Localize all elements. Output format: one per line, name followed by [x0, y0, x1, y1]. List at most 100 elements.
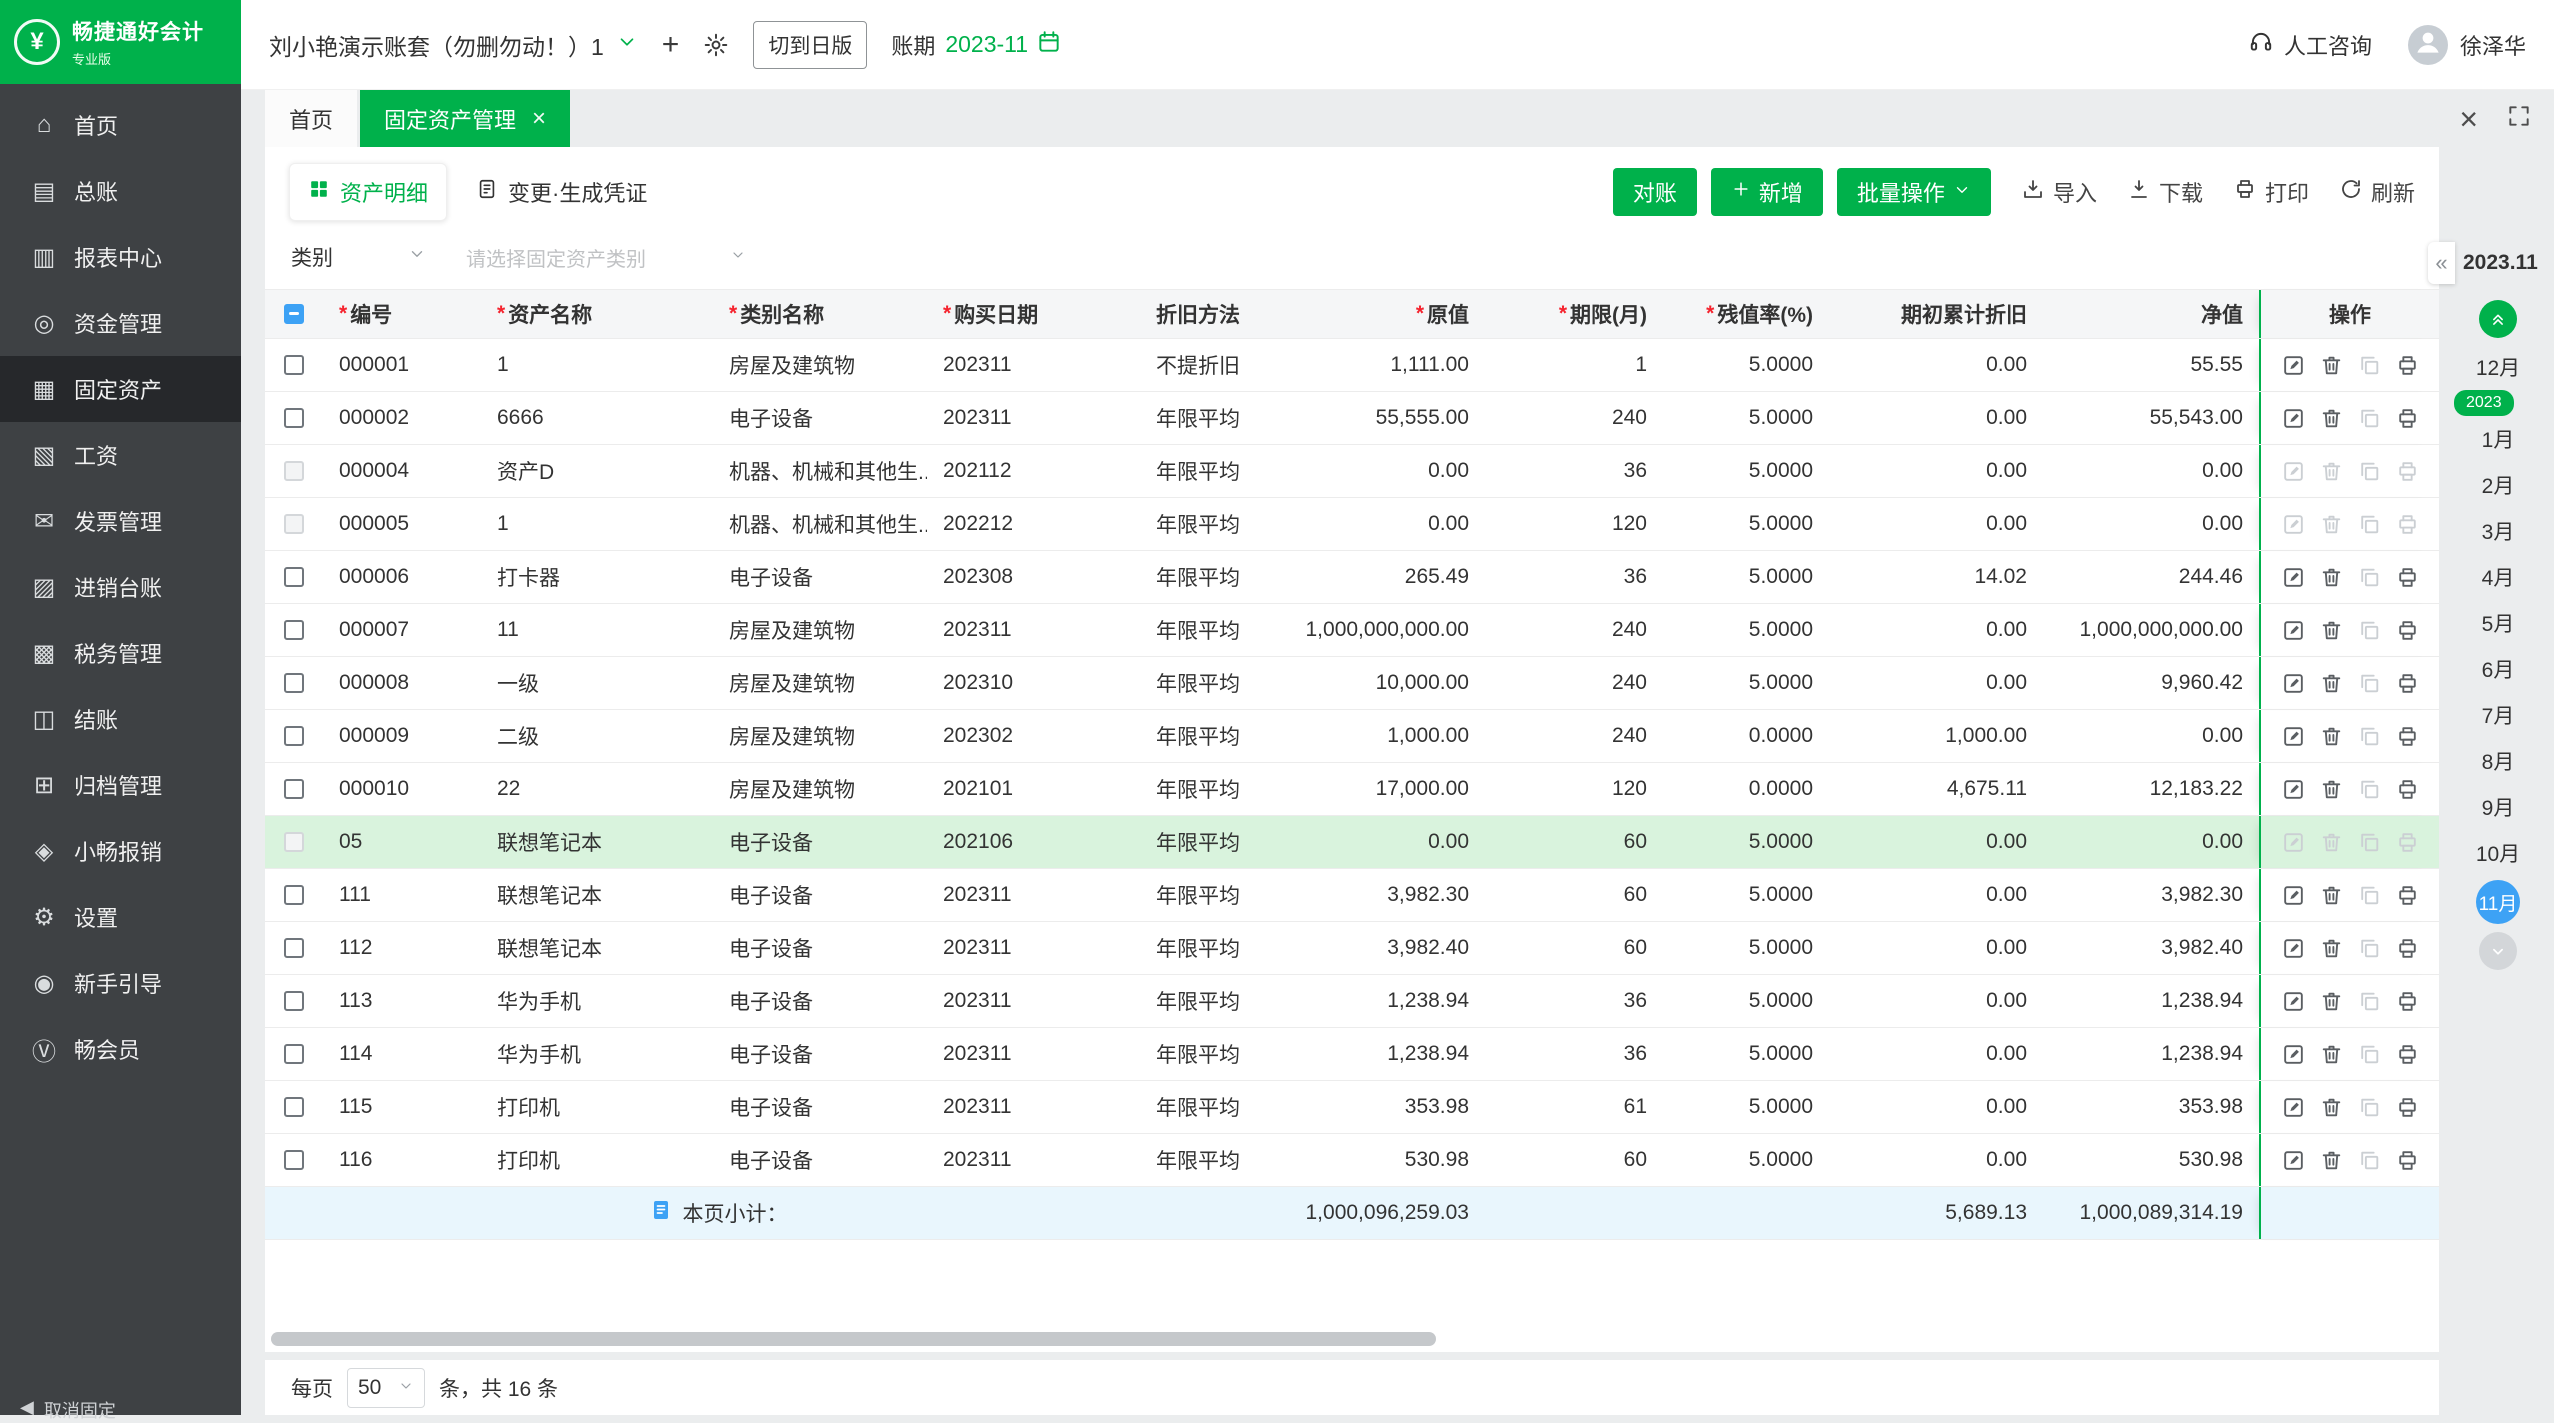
trash-icon[interactable]: [2319, 618, 2344, 643]
tab-close-icon[interactable]: ×: [532, 107, 546, 131]
sidebar-item-fund[interactable]: ◎资金管理: [0, 290, 241, 356]
edit-icon[interactable]: [2281, 883, 2306, 908]
edit-icon[interactable]: [2281, 777, 2306, 802]
print-icon[interactable]: [2395, 565, 2420, 590]
table-row[interactable]: 00001022房屋及建筑物202101年限平均17,000.001200.00…: [265, 763, 2439, 816]
expand-panel-tab[interactable]: «: [2428, 242, 2455, 284]
print-icon[interactable]: [2395, 406, 2420, 431]
row-checkbox[interactable]: [284, 355, 304, 375]
print-icon[interactable]: [2395, 353, 2420, 378]
table-row[interactable]: 000009二级房屋及建筑物202302年限平均1,000.002400.000…: [265, 710, 2439, 763]
table-row[interactable]: 000006打卡器电子设备202308年限平均265.49365.000014.…: [265, 551, 2439, 604]
print-button[interactable]: 打印: [2233, 176, 2309, 208]
table-row[interactable]: 0000026666电子设备202311年限平均55,555.002405.00…: [265, 392, 2439, 445]
tab-首页[interactable]: 首页: [265, 90, 357, 147]
gear-icon[interactable]: [703, 32, 729, 58]
fullscreen-icon[interactable]: [2506, 103, 2532, 134]
edit-icon[interactable]: [2281, 724, 2306, 749]
row-checkbox[interactable]: [284, 1150, 304, 1170]
scroll-down-button[interactable]: [2479, 932, 2517, 970]
sidebar-item-tax[interactable]: ▩税务管理: [0, 620, 241, 686]
add-account-set-button[interactable]: +: [662, 30, 680, 60]
print-icon[interactable]: [2395, 618, 2420, 643]
month-item-7月[interactable]: 7月: [2482, 692, 2515, 738]
print-icon[interactable]: [2395, 1148, 2420, 1173]
row-checkbox[interactable]: [284, 938, 304, 958]
print-icon[interactable]: [2395, 1042, 2420, 1067]
import-button[interactable]: 导入: [2021, 176, 2097, 208]
trash-icon[interactable]: [2319, 989, 2344, 1014]
page-size-select[interactable]: 50: [347, 1368, 425, 1408]
month-item-6月[interactable]: 6月: [2482, 646, 2515, 692]
sidebar-item-member[interactable]: Ⓥ畅会员: [0, 1016, 241, 1082]
row-checkbox[interactable]: [284, 991, 304, 1011]
edit-icon[interactable]: [2281, 936, 2306, 961]
print-icon[interactable]: [2395, 1095, 2420, 1120]
trash-icon[interactable]: [2319, 353, 2344, 378]
print-icon[interactable]: [2395, 989, 2420, 1014]
print-icon[interactable]: [2395, 936, 2420, 961]
sidebar-item-archive[interactable]: ⊞归档管理: [0, 752, 241, 818]
support-button[interactable]: 人工咨询: [2248, 29, 2372, 61]
row-checkbox[interactable]: [284, 673, 304, 693]
trash-icon[interactable]: [2319, 565, 2344, 590]
sidebar-item-asset[interactable]: ▦固定资产: [0, 356, 241, 422]
row-checkbox[interactable]: [284, 567, 304, 587]
edit-icon[interactable]: [2281, 989, 2306, 1014]
row-checkbox[interactable]: [284, 779, 304, 799]
trash-icon[interactable]: [2319, 777, 2344, 802]
row-checkbox[interactable]: [284, 726, 304, 746]
row-checkbox[interactable]: [284, 1097, 304, 1117]
refresh-button[interactable]: 刷新: [2339, 176, 2415, 208]
month-item-11月[interactable]: 11月: [2476, 880, 2520, 924]
horizontal-scrollbar-thumb[interactable]: [271, 1332, 1436, 1346]
month-item-10月[interactable]: 10月: [2476, 830, 2520, 876]
category-filter-input[interactable]: 请选择固定资产类别: [466, 243, 746, 272]
sidebar-item-reimburse[interactable]: ◈小畅报销: [0, 818, 241, 884]
month-item-3月[interactable]: 3月: [2482, 508, 2515, 554]
trash-icon[interactable]: [2319, 1042, 2344, 1067]
edit-icon[interactable]: [2281, 1095, 2306, 1120]
user-menu[interactable]: 徐泽华: [2408, 25, 2526, 65]
scroll-up-button[interactable]: [2479, 300, 2517, 338]
sidebar-item-guide[interactable]: ◉新手引导: [0, 950, 241, 1016]
print-icon[interactable]: [2395, 883, 2420, 908]
table-row[interactable]: 111联想笔记本电子设备202311年限平均3,982.30605.00000.…: [265, 869, 2439, 922]
download-button[interactable]: 下载: [2127, 176, 2203, 208]
edit-icon[interactable]: [2281, 1148, 2306, 1173]
edit-icon[interactable]: [2281, 1042, 2306, 1067]
month-item-5月[interactable]: 5月: [2482, 600, 2515, 646]
month-item-4月[interactable]: 4月: [2482, 554, 2515, 600]
sidebar-unpin[interactable]: ◀ 取消固定: [0, 1397, 241, 1423]
reconcile-button[interactable]: 对账: [1613, 168, 1697, 216]
trash-icon[interactable]: [2319, 1095, 2344, 1120]
print-icon[interactable]: [2395, 671, 2420, 696]
row-checkbox[interactable]: [284, 885, 304, 905]
month-item-8月[interactable]: 8月: [2482, 738, 2515, 784]
batch-button[interactable]: 批量操作: [1837, 168, 1991, 216]
sidebar-item-settings[interactable]: ⚙设置: [0, 884, 241, 950]
sidebar-item-trade[interactable]: ▨进销台账: [0, 554, 241, 620]
table-row[interactable]: 00000711房屋及建筑物202311年限平均1,000,000,000.00…: [265, 604, 2439, 657]
table-row[interactable]: 000004资产D机器、机械和其他生...202112年限平均0.00365.0…: [265, 445, 2439, 498]
close-workspace-icon[interactable]: ×: [2459, 103, 2478, 135]
tab-固定资产管理[interactable]: 固定资产管理×: [360, 90, 570, 147]
month-item-2月[interactable]: 2月: [2482, 462, 2515, 508]
table-row[interactable]: 112联想笔记本电子设备202311年限平均3,982.40605.00000.…: [265, 922, 2439, 975]
row-checkbox[interactable]: [284, 1044, 304, 1064]
edit-icon[interactable]: [2281, 618, 2306, 643]
table-row[interactable]: 116打印机电子设备202311年限平均530.98605.00000.0053…: [265, 1134, 2439, 1187]
month-item-12月[interactable]: 12月: [2476, 344, 2520, 390]
sidebar-item-closing[interactable]: ◫结账: [0, 686, 241, 752]
edit-icon[interactable]: [2281, 565, 2306, 590]
sidebar-item-home[interactable]: ⌂首页: [0, 92, 241, 158]
trash-icon[interactable]: [2319, 936, 2344, 961]
trash-icon[interactable]: [2319, 671, 2344, 696]
add-button[interactable]: 新增: [1711, 168, 1823, 216]
view-tab-变更·生成凭证[interactable]: 变更·生成凭证: [457, 163, 666, 221]
table-row[interactable]: 000008一级房屋及建筑物202310年限平均10,000.002405.00…: [265, 657, 2439, 710]
trash-icon[interactable]: [2319, 724, 2344, 749]
sidebar-item-salary[interactable]: ▧工资: [0, 422, 241, 488]
sidebar-item-invoice[interactable]: ✉发票管理: [0, 488, 241, 554]
table-row[interactable]: 115打印机电子设备202311年限平均353.98615.00000.0035…: [265, 1081, 2439, 1134]
